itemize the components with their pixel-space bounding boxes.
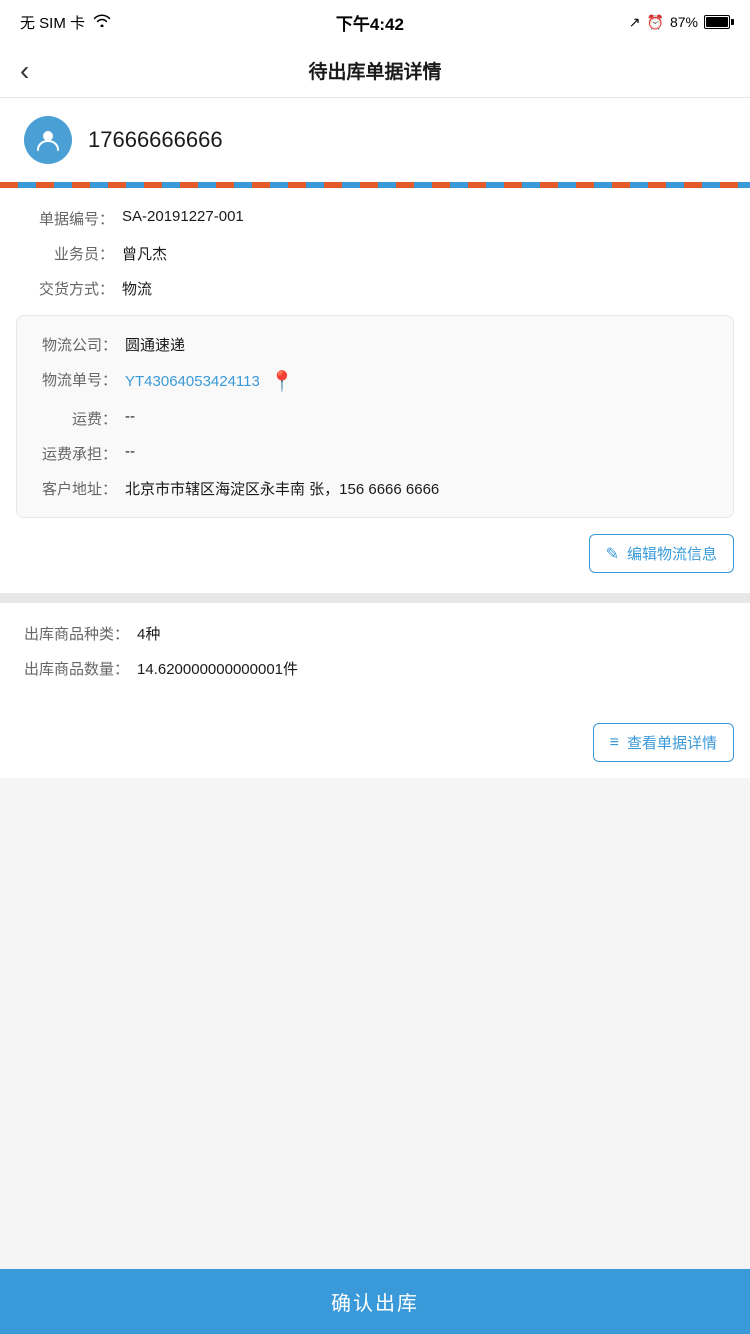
- address-value: 北京市市辖区海淀区永丰南 张，156 6666 6666: [125, 478, 713, 499]
- edit-logistics-container: ✎ 编辑物流信息: [0, 534, 750, 589]
- goods-section: 出库商品种类： 4种 出库商品数量： 14.620000000000001件: [0, 603, 750, 713]
- logistics-tracking-row: 物流单号： YT43064053424113 📍: [37, 369, 713, 394]
- customer-header: 17666666666: [0, 98, 750, 182]
- edit-logistics-label: 编辑物流信息: [627, 543, 717, 564]
- freight-bearer-value: --: [125, 443, 713, 460]
- edit-logistics-button[interactable]: ✎ 编辑物流信息: [589, 534, 734, 573]
- goods-type-value: 4种: [137, 623, 160, 644]
- status-time: 下午4:42: [336, 10, 404, 35]
- edit-icon: ✎: [606, 544, 619, 564]
- bottom-spacer: [0, 778, 750, 1018]
- freight-row: 运费： --: [37, 408, 713, 429]
- page-title: 待出库单据详情: [308, 57, 441, 84]
- nav-bar: ‹ 待出库单据详情: [0, 44, 750, 98]
- customer-phone: 17666666666: [88, 127, 223, 153]
- logistics-card: 物流公司： 圆通速递 物流单号： YT43064053424113 📍 运费： …: [16, 315, 734, 518]
- delivery-method-value: 物流: [122, 278, 726, 299]
- confirm-button[interactable]: 确认出库: [0, 1287, 750, 1316]
- status-bar: 无 SIM 卡 下午4:42 ↗ ⏰ 87%: [0, 0, 750, 44]
- alarm-icon: ⏰: [647, 14, 664, 31]
- freight-bearer-label: 运费承担：: [37, 443, 117, 464]
- salesperson-label: 业务员：: [24, 243, 114, 264]
- avatar: [24, 116, 72, 164]
- confirm-btn-container: 确认出库: [0, 1269, 750, 1334]
- logistics-tracking-value: YT43064053424113 📍: [125, 369, 713, 394]
- status-right: ↗ ⏰ 87%: [629, 14, 730, 31]
- logistics-company-value: 圆通速递: [125, 334, 713, 355]
- order-no-value: SA-20191227-001: [122, 208, 726, 225]
- order-info-section: 单据编号： SA-20191227-001 业务员： 曾凡杰 交货方式： 物流: [0, 188, 750, 315]
- back-button[interactable]: ‹: [20, 57, 29, 85]
- location-icon[interactable]: 📍: [270, 369, 295, 394]
- logistics-section: 物流公司： 圆通速递 物流单号： YT43064053424113 📍 运费： …: [0, 315, 750, 593]
- goods-quantity-value: 14.620000000000001件: [137, 658, 298, 679]
- wifi-icon: [93, 13, 111, 31]
- address-row: 客户地址： 北京市市辖区海淀区永丰南 张，156 6666 6666: [37, 478, 713, 499]
- section-divider: [0, 593, 750, 603]
- goods-quantity-row: 出库商品数量： 14.620000000000001件: [24, 658, 726, 679]
- view-detail-button[interactable]: ≡ 查看单据详情: [593, 723, 734, 762]
- tracking-number: YT43064053424113: [125, 373, 260, 390]
- location-status-icon: ↗: [629, 14, 641, 31]
- goods-quantity-label: 出库商品数量：: [24, 658, 129, 679]
- view-detail-label: 查看单据详情: [627, 732, 717, 753]
- address-label: 客户地址：: [37, 478, 117, 499]
- delivery-method-row: 交货方式： 物流: [24, 278, 726, 299]
- delivery-method-label: 交货方式：: [24, 278, 114, 299]
- status-left: 无 SIM 卡: [20, 12, 111, 33]
- battery-text: 87%: [670, 14, 698, 30]
- battery-icon: [704, 15, 730, 29]
- logistics-company-row: 物流公司： 圆通速递: [37, 334, 713, 355]
- freight-value: --: [125, 408, 713, 425]
- view-detail-container: ≡ 查看单据详情: [0, 713, 750, 778]
- freight-bearer-row: 运费承担： --: [37, 443, 713, 464]
- logistics-tracking-label: 物流单号：: [37, 369, 117, 390]
- order-no-row: 单据编号： SA-20191227-001: [24, 208, 726, 229]
- goods-type-row: 出库商品种类： 4种: [24, 623, 726, 644]
- salesperson-value: 曾凡杰: [122, 243, 726, 264]
- logistics-company-label: 物流公司：: [37, 334, 117, 355]
- document-icon: ≡: [610, 734, 619, 752]
- order-no-label: 单据编号：: [24, 208, 114, 229]
- goods-type-label: 出库商品种类：: [24, 623, 129, 644]
- carrier-text: 无 SIM 卡: [20, 12, 85, 33]
- salesperson-row: 业务员： 曾凡杰: [24, 243, 726, 264]
- freight-label: 运费：: [37, 408, 117, 429]
